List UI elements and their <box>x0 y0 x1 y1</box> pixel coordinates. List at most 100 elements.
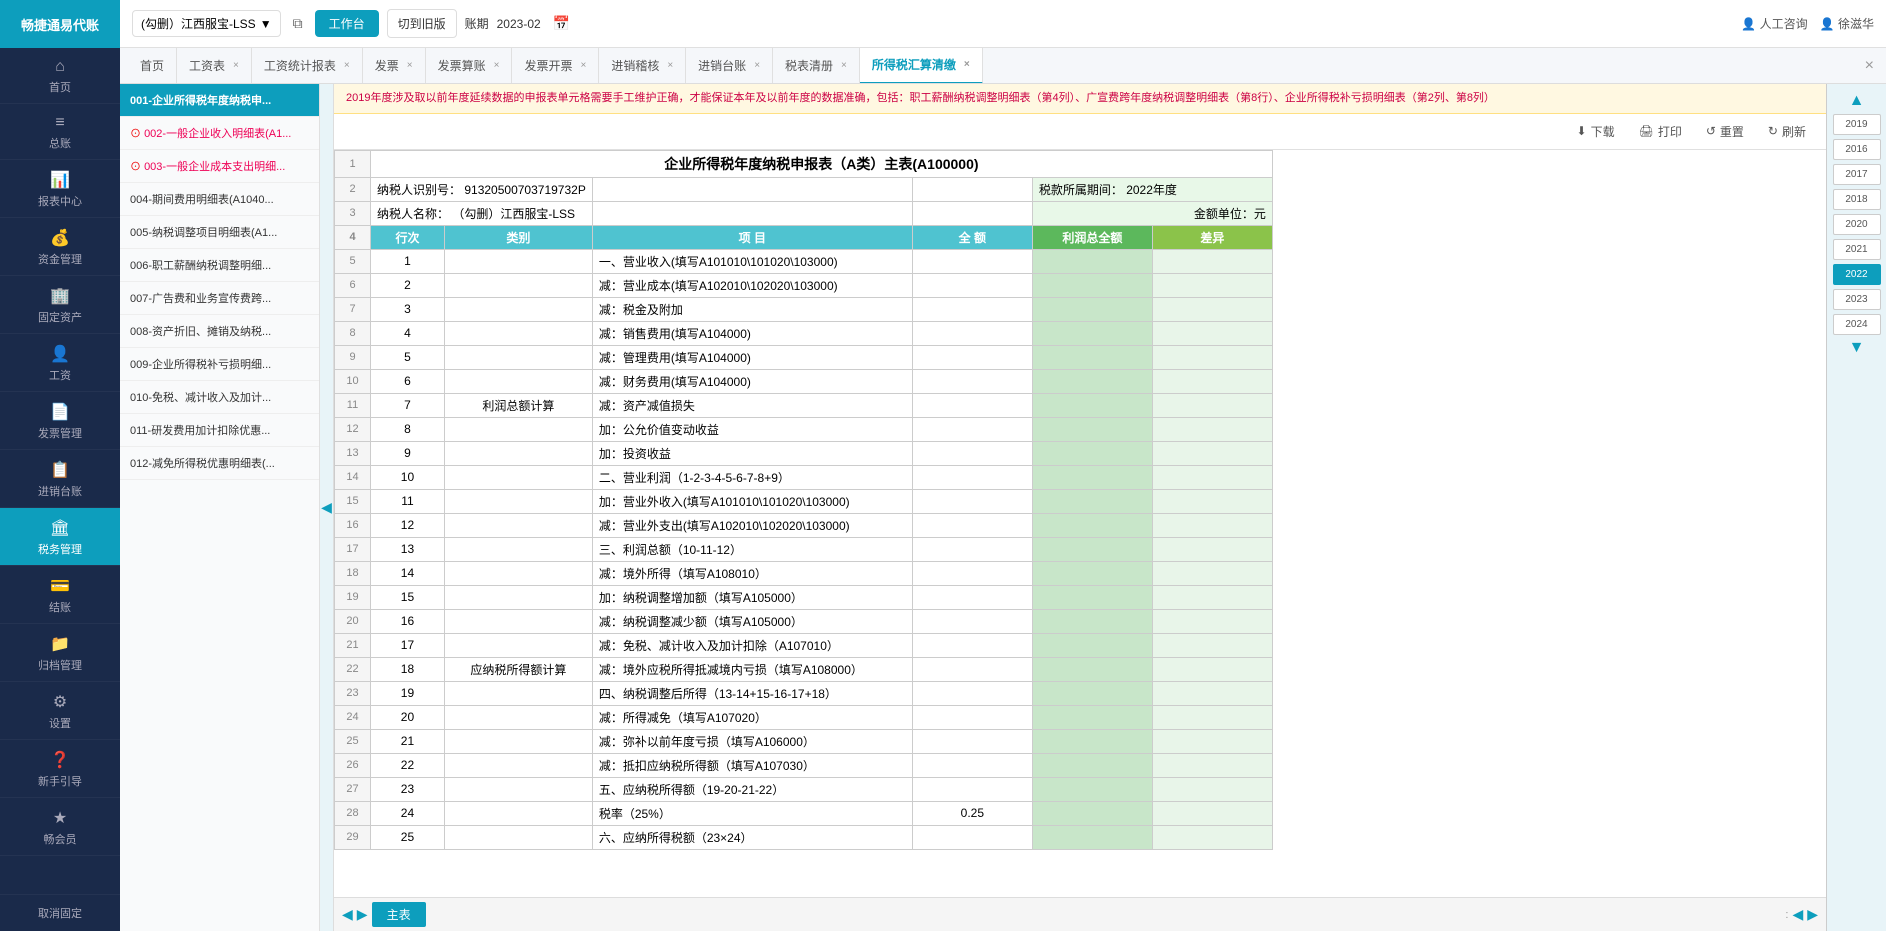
sidebar-item-label: 工资 <box>49 367 71 383</box>
close-icon[interactable]: × <box>667 60 673 71</box>
cell-d <box>912 633 1032 657</box>
tab-sales-check[interactable]: 进销稽核× <box>599 48 686 84</box>
timeline-item-2016[interactable]: 2016 <box>1833 139 1881 160</box>
tab-salary-stats[interactable]: 工资统计报表× <box>252 48 363 84</box>
sidebar-item-home[interactable]: ⌂ 首页 <box>0 48 120 104</box>
cell-e <box>1032 441 1152 465</box>
tab-income-tax[interactable]: 所得税汇算清缴× <box>860 48 983 84</box>
calendar-icon[interactable]: 📅 <box>553 15 570 32</box>
warning-bar: 2019年度涉及取以前年度延续数据的申报表单元格需要手工维护正确，才能保证本年及… <box>334 84 1826 114</box>
sidebar-item-tax[interactable]: 🏛 税务管理 <box>0 508 120 566</box>
cell-d: 0.25 <box>912 801 1032 825</box>
bottom-tab-main[interactable]: 主表 <box>372 902 426 927</box>
left-panel-item-006[interactable]: 006-职工薪酬纳税调整明细... <box>120 249 319 282</box>
table-row: 2 纳税人识别号： 91320500703719732P 税款所属期间： 202… <box>335 177 1273 201</box>
cell-a: 24 <box>371 801 445 825</box>
tab-invoice-open[interactable]: 发票开票× <box>512 48 599 84</box>
tax-id-value: 91320500703719732P <box>464 183 585 197</box>
close-icon[interactable]: × <box>233 60 239 71</box>
left-panel-item-004[interactable]: 004-期间费用明细表(A1040... <box>120 183 319 216</box>
sidebar-item-sales-ledger[interactable]: 📋 进销台账 <box>0 450 120 508</box>
cell-f <box>1152 321 1272 345</box>
timeline-up-icon[interactable]: ▲ <box>1849 92 1865 110</box>
sidebar-item-close-accounts[interactable]: 💳 结账 <box>0 566 120 624</box>
close-icon[interactable]: × <box>344 60 350 71</box>
sidebar-item-guide[interactable]: ❓ 新手引导 <box>0 740 120 798</box>
cell-d <box>912 753 1032 777</box>
timeline-item-2022[interactable]: 2022 <box>1833 264 1881 285</box>
left-panel-item-008[interactable]: 008-资产折旧、摊销及纳税... <box>120 315 319 348</box>
timeline-item-2017[interactable]: 2017 <box>1833 164 1881 185</box>
copy-icon[interactable]: ⧉ <box>293 15 303 32</box>
sidebar-unpin[interactable]: 取消固定 <box>0 894 120 931</box>
sidebar-item-archive[interactable]: 📁 归档管理 <box>0 624 120 682</box>
close-icon[interactable]: × <box>580 60 586 71</box>
timeline-item-2023[interactable]: 2023 <box>1833 289 1881 310</box>
left-panel-item-007[interactable]: 007-广告费和业务宣传费跨... <box>120 282 319 315</box>
tab-sales-ledger[interactable]: 进销台账× <box>686 48 773 84</box>
tab-label: 工资表 <box>189 57 225 74</box>
sidebar-item-settings[interactable]: ⚙ 设置 <box>0 682 120 740</box>
cell-b <box>444 321 592 345</box>
left-panel-item-010[interactable]: 010-免税、减计收入及加计... <box>120 381 319 414</box>
timeline-item-2019[interactable]: 2019 <box>1833 114 1881 135</box>
close-icon[interactable]: × <box>754 60 760 71</box>
sidebar-item-member[interactable]: ★ 畅会员 <box>0 798 120 856</box>
refresh-button[interactable]: ↻ 刷新 <box>1760 120 1814 143</box>
reports-icon: 📊 <box>50 170 70 190</box>
reset-button[interactable]: ↺ 重置 <box>1698 120 1752 143</box>
print-button[interactable]: 🖨 打印 <box>1631 120 1690 143</box>
timeline-item-2018[interactable]: 2018 <box>1833 189 1881 210</box>
sidebar-item-invoices[interactable]: 📄 发票管理 <box>0 392 120 450</box>
tab-invoice[interactable]: 发票× <box>363 48 426 84</box>
cell-category: 利润总额计算 <box>444 393 592 417</box>
spreadsheet-scroll[interactable]: 1 企业所得税年度纳税申报表（A类）主表(A100000) 2 纳税人识别号： … <box>334 150 1826 898</box>
left-panel-item-002[interactable]: ⊙ 002-一般企业收入明细表(A1... <box>120 117 319 150</box>
tab-home[interactable]: 首页 <box>128 48 177 84</box>
cell-c: 减：财务费用(填写A104000) <box>592 369 912 393</box>
timeline-item-2020[interactable]: 2020 <box>1833 214 1881 235</box>
tab-tax-clear[interactable]: 税表清册× <box>773 48 860 84</box>
sidebar-item-ledger[interactable]: ≡ 总账 <box>0 104 120 160</box>
sidebar-item-funds[interactable]: 💰 资金管理 <box>0 218 120 276</box>
left-panel-item-003[interactable]: ⊙ 003-一般企业成本支出明细... <box>120 150 319 183</box>
left-panel-item-009[interactable]: 009-企业所得税补亏损明细... <box>120 348 319 381</box>
cell-d <box>912 729 1032 753</box>
cell-b <box>444 825 592 849</box>
company-selector[interactable]: (勾删）江西服宝-LSS ▼ <box>132 10 281 37</box>
topbar-right: 👤 人工咨询 👤 徐滋华 <box>1741 15 1874 32</box>
tab-close-all-icon[interactable]: × <box>1853 57 1886 75</box>
left-panel-item-011[interactable]: 011-研发费用加计扣除优惠... <box>120 414 319 447</box>
sidebar-item-assets[interactable]: 🏢 固定资产 <box>0 276 120 334</box>
collapse-handle[interactable]: ◀ <box>320 84 334 931</box>
tab-invoice-calc[interactable]: 发票算账× <box>426 48 513 84</box>
timeline-down-icon[interactable]: ▼ <box>1849 339 1865 357</box>
left-panel-item-012[interactable]: 012-减免所得税优惠明细表(... <box>120 447 319 480</box>
sidebar-item-label: 设置 <box>49 715 71 731</box>
cell-a: 25 <box>371 825 445 849</box>
cell-d <box>912 369 1032 393</box>
left-panel-item-001[interactable]: 001-企业所得税年度纳税申... <box>120 84 319 117</box>
scroll-right-icon[interactable]: ▶ <box>1807 906 1818 923</box>
cell-empty <box>912 177 1032 201</box>
timeline-item-2024[interactable]: 2024 <box>1833 314 1881 335</box>
sidebar-item-reports[interactable]: 📊 报表中心 <box>0 160 120 218</box>
timeline-item-2021[interactable]: 2021 <box>1833 239 1881 260</box>
close-icon[interactable]: × <box>494 60 500 71</box>
sidebar-item-salary[interactable]: 👤 工资 <box>0 334 120 392</box>
scroll-left-icon[interactable]: ◀ <box>1792 906 1803 923</box>
user-service-label: 人工咨询 <box>1760 17 1808 31</box>
cell-b <box>444 345 592 369</box>
close-icon[interactable]: × <box>841 60 847 71</box>
left-panel-item-005[interactable]: 005-纳税调整项目明细表(A1... <box>120 216 319 249</box>
switch-btn[interactable]: 切到旧版 <box>387 9 457 38</box>
user-service[interactable]: 👤 人工咨询 <box>1741 15 1807 32</box>
close-icon[interactable]: × <box>407 60 413 71</box>
close-icon[interactable]: × <box>964 59 970 70</box>
tab-salary[interactable]: 工资表 × <box>177 48 252 84</box>
workbench-button[interactable]: 工作台 <box>315 10 379 37</box>
next-sheet-icon[interactable]: ▶ <box>357 906 368 923</box>
prev-sheet-icon[interactable]: ◀ <box>342 906 353 923</box>
download-button[interactable]: ⬇ 下载 <box>1569 120 1623 143</box>
cell-f <box>1152 705 1272 729</box>
